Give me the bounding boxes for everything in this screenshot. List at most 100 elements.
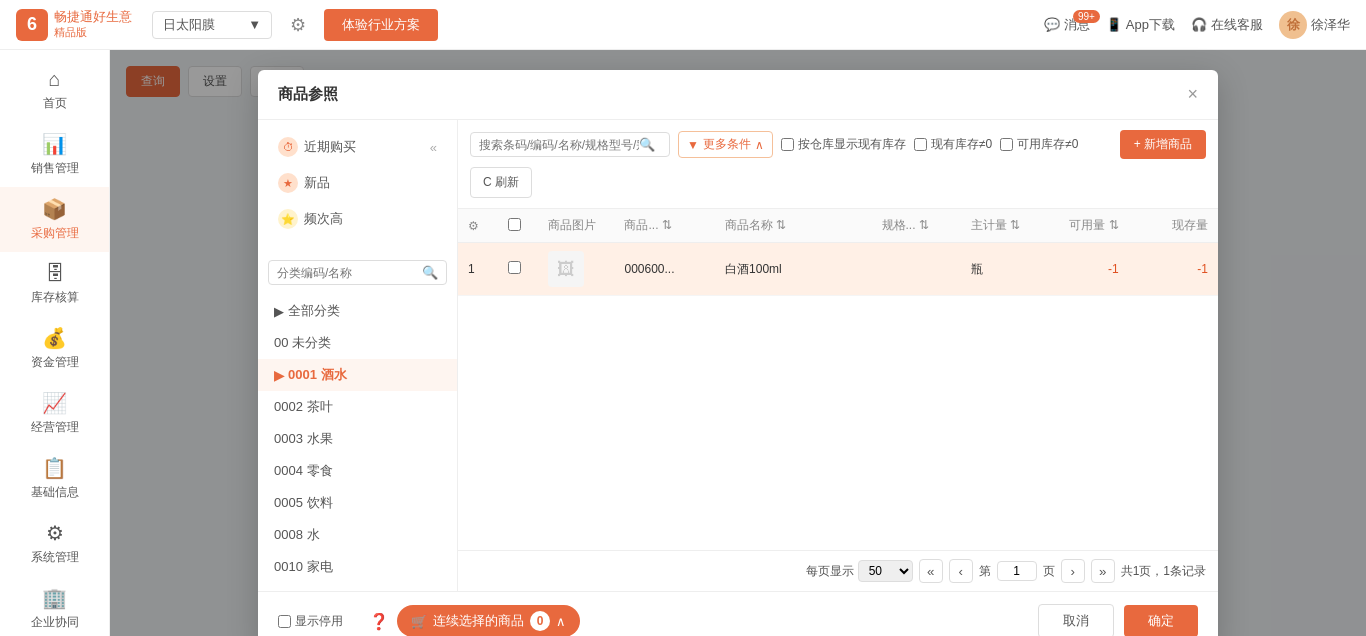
app-download-label: App下载: [1126, 16, 1175, 34]
category-search-icon[interactable]: 🔍: [422, 265, 438, 280]
cat-liquor[interactable]: ▶ 0001 酒水: [258, 359, 457, 391]
avatar: 徐: [1279, 11, 1307, 39]
stock-nonzero-checkbox[interactable]: [914, 138, 927, 151]
row-check[interactable]: [498, 243, 538, 296]
quick-recent-label: 近期购买: [304, 138, 356, 156]
app-download-nav-item[interactable]: 📱 App下载: [1106, 16, 1175, 34]
th-img: 商品图片: [538, 209, 614, 243]
stock-nonzero-checkbox-wrap: 现有库存≠0: [914, 136, 992, 153]
cat-snack[interactable]: 0004 零食: [258, 455, 457, 487]
user-nav-item[interactable]: 徐 徐泽华: [1279, 11, 1350, 39]
sidebar-item-purchase[interactable]: 📦 采购管理: [0, 187, 109, 252]
sidebar-label-purchase: 采购管理: [31, 225, 79, 242]
sidebar-item-business[interactable]: 📈 经营管理: [0, 381, 109, 446]
th-settings[interactable]: ⚙: [458, 209, 498, 243]
nav-warehouse-select[interactable]: 日太阳膜 ▼: [152, 11, 272, 39]
th-name[interactable]: 商品名称 ⇅: [715, 209, 871, 243]
first-page-btn[interactable]: «: [919, 559, 943, 583]
cart-collapse-icon: ∧: [556, 614, 566, 629]
cat-tea-label: 0002 茶叶: [274, 398, 333, 416]
cat-water[interactable]: 0008 水: [258, 519, 457, 551]
sidebar-item-system[interactable]: ⚙ 系统管理: [0, 511, 109, 576]
finance-icon: 💰: [42, 326, 67, 350]
page-suffix: 页: [1043, 563, 1055, 580]
cat-appliance[interactable]: 0010 家电: [258, 551, 457, 583]
cat-beverage[interactable]: 0005 饮料: [258, 487, 457, 519]
select-all-checkbox[interactable]: [508, 218, 521, 231]
logo-sub: 精品版: [54, 25, 132, 40]
show-disabled-checkbox[interactable]: [278, 615, 291, 628]
help-icon: ❓: [369, 612, 389, 631]
sidebar-item-enterprise[interactable]: 🏢 企业协同: [0, 576, 109, 636]
row-code: 000600...: [614, 243, 715, 296]
prev-page-btn[interactable]: ‹: [949, 559, 973, 583]
table-header: ⚙ 商品图片 商品... ⇅ 商品名称 ⇅: [458, 209, 1218, 243]
quick-new[interactable]: ★ 新品: [268, 166, 447, 200]
product-search-input[interactable]: [479, 138, 639, 152]
warehouse-checkbox[interactable]: [781, 138, 794, 151]
quick-freq[interactable]: ⭐ 频次高: [268, 202, 447, 236]
cat-appliance-label: 0010 家电: [274, 558, 333, 576]
cat-expand-icon: ▶: [274, 304, 284, 319]
settings-icon[interactable]: ⚙: [282, 9, 314, 41]
warehouse-checkbox-label: 按仓库显示现有库存: [798, 136, 906, 153]
th-code-label: 商品...: [624, 218, 658, 232]
last-page-btn[interactable]: »: [1091, 559, 1115, 583]
modal-header: 商品参照 ×: [258, 70, 1218, 120]
quick-recent[interactable]: ⏱ 近期购买 «: [268, 130, 447, 164]
logo-icon: 6: [16, 9, 48, 41]
next-page-btn[interactable]: ›: [1061, 559, 1085, 583]
sidebar-item-sales[interactable]: 📊 销售管理: [0, 122, 109, 187]
page-number-input[interactable]: [997, 561, 1037, 581]
category-search-input[interactable]: [277, 266, 422, 280]
th-avail[interactable]: 可用量 ⇅: [1039, 209, 1128, 243]
right-panel: 🔍 ▼ 更多条件 ∧ 按仓库显示现有库存: [458, 120, 1218, 591]
product-reference-modal: 商品参照 × ⏱ 近期购买 « ★: [258, 70, 1218, 636]
sidebar-item-inventory[interactable]: 🗄 库存核算: [0, 252, 109, 316]
main-content: 查询 设置 刷新 商品参照 × ⏱: [110, 50, 1366, 636]
refresh-btn[interactable]: C 刷新: [470, 167, 532, 198]
modal-title: 商品参照: [278, 85, 338, 104]
cart-btn[interactable]: 🛒 连续选择的商品 0 ∧: [397, 605, 580, 636]
cat-all[interactable]: ▶ 全部分类: [258, 295, 457, 327]
cat-uncategorized[interactable]: 00 未分类: [258, 327, 457, 359]
nav-right: 💬 消息 99+ 📱 App下载 🎧 在线客服 徐 徐泽华: [1044, 11, 1350, 39]
online-service-label: 在线客服: [1211, 16, 1263, 34]
category-search-wrap: 🔍: [268, 260, 447, 285]
page-size-select[interactable]: 50 10 20 100: [858, 560, 913, 582]
online-service-nav-item[interactable]: 🎧 在线客服: [1191, 16, 1263, 34]
filter-more-btn[interactable]: ▼ 更多条件 ∧: [678, 131, 773, 158]
sidebar: ⌂ 首页 📊 销售管理 📦 采购管理 🗄 库存核算 💰 资金管理 📈 经营管理 …: [0, 50, 110, 636]
sidebar-label-inventory: 库存核算: [31, 289, 79, 306]
sidebar-item-finance[interactable]: 💰 资金管理: [0, 316, 109, 381]
product-search-icon[interactable]: 🔍: [639, 137, 655, 152]
cat-all-label: 全部分类: [288, 302, 340, 320]
th-code[interactable]: 商品... ⇅: [614, 209, 715, 243]
cat-fruit[interactable]: 0003 水果: [258, 423, 457, 455]
th-spec[interactable]: 规格... ⇅: [872, 209, 961, 243]
th-check[interactable]: [498, 209, 538, 243]
sidebar-item-home[interactable]: ⌂ 首页: [0, 58, 109, 122]
sidebar-item-basic[interactable]: 📋 基础信息: [0, 446, 109, 511]
cancel-btn[interactable]: 取消: [1038, 604, 1114, 636]
cart-icon: 🛒: [411, 614, 427, 629]
table-row[interactable]: 1 🖼 000600... 白酒100ml 瓶 -1 -1: [458, 243, 1218, 296]
total-records-label: 共1页，1条记录: [1121, 563, 1206, 580]
inventory-icon: 🗄: [45, 262, 65, 285]
modal-close-btn[interactable]: ×: [1187, 84, 1198, 105]
basic-icon: 📋: [42, 456, 67, 480]
confirm-btn[interactable]: 确定: [1124, 605, 1198, 636]
avail-nonzero-checkbox[interactable]: [1000, 138, 1013, 151]
sidebar-label-sales: 销售管理: [31, 160, 79, 177]
sales-icon: 📊: [42, 132, 67, 156]
headset-icon: 🎧: [1191, 17, 1207, 32]
page-label: 第: [979, 563, 991, 580]
messages-nav-item[interactable]: 💬 消息 99+: [1044, 16, 1090, 34]
cat-tea[interactable]: 0002 茶叶: [258, 391, 457, 423]
th-spec-label: 规格...: [882, 218, 916, 232]
th-stock: 现存量: [1129, 209, 1218, 243]
th-unit[interactable]: 主计量 ⇅: [961, 209, 1039, 243]
add-product-btn[interactable]: + 新增商品: [1120, 130, 1206, 159]
experience-btn[interactable]: 体验行业方案: [324, 9, 438, 41]
logo-text-wrap: 畅捷通好生意 精品版: [54, 9, 132, 41]
